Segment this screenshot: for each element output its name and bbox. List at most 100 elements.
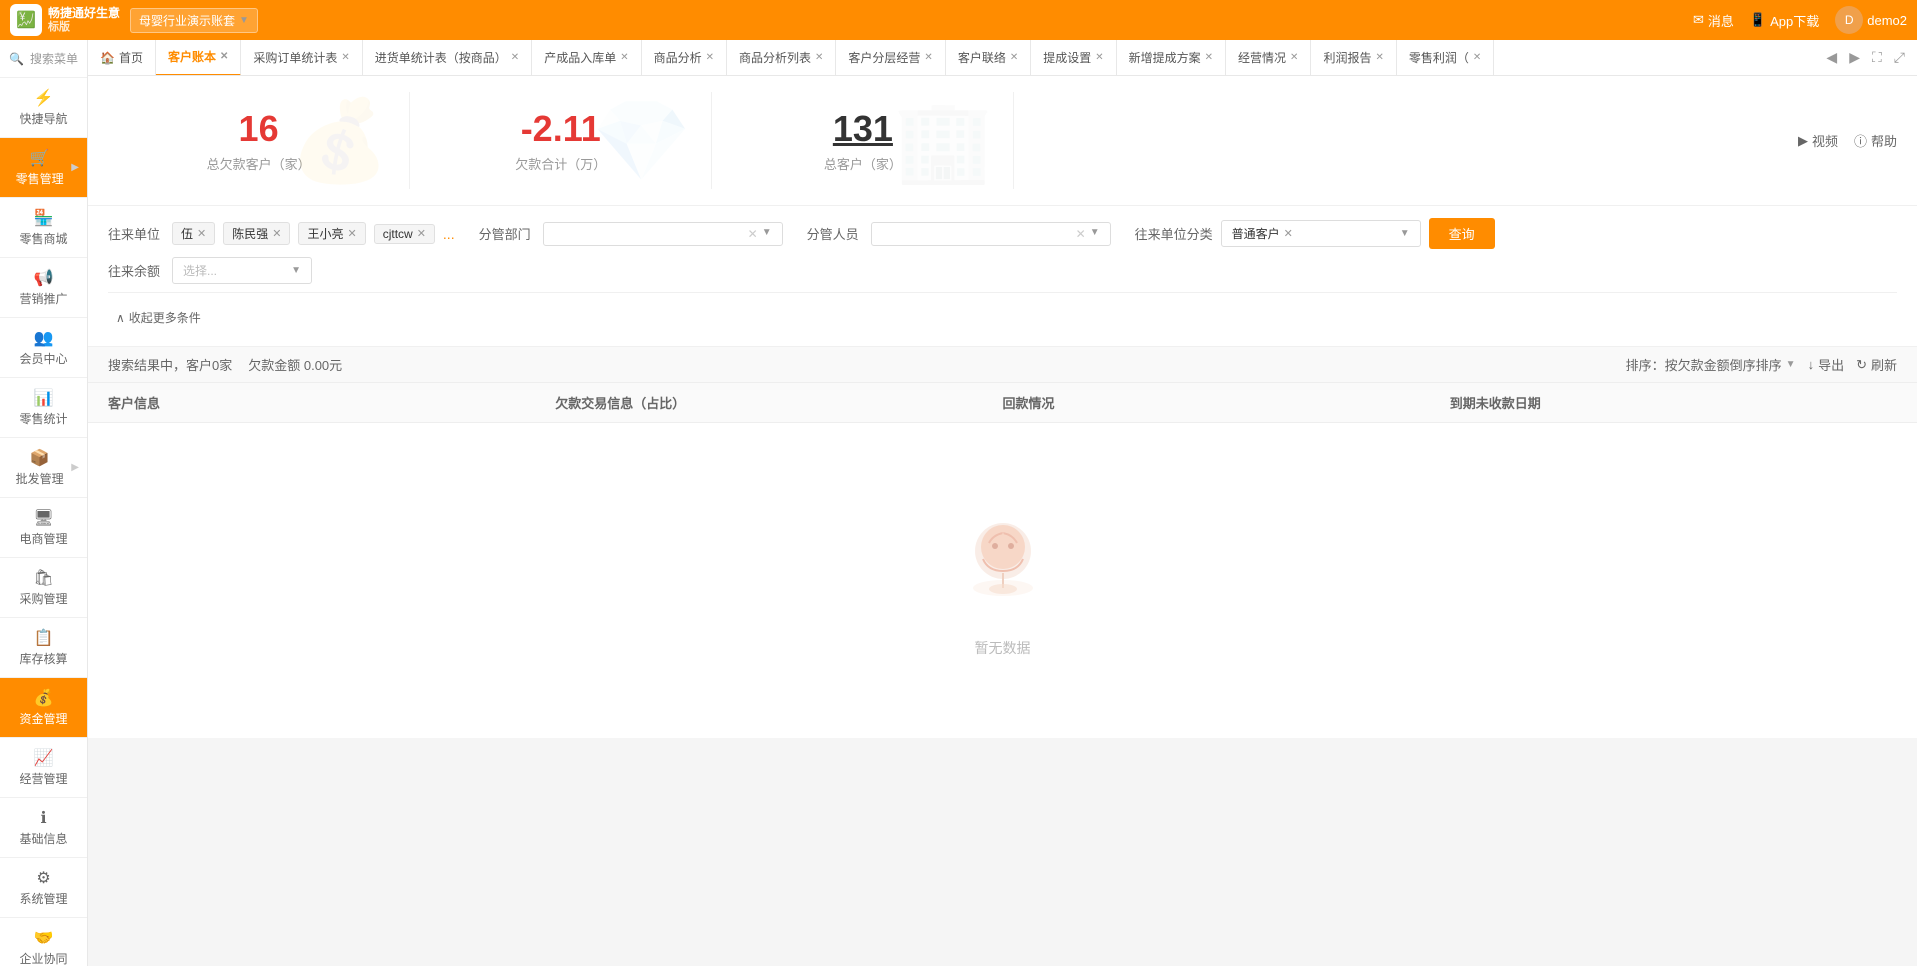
sidebar-item-search[interactable]: 🔍 搜索菜单 [0,40,87,78]
dept-dropdown[interactable]: ✕ ▼ [543,222,783,246]
refresh-btn[interactable]: ↻ 刷新 [1856,355,1897,374]
person-dropdown[interactable]: ✕ ▼ [871,222,1111,246]
sidebar-item-enterprise-collab[interactable]: 🤝 企业协同 [0,918,87,966]
sidebar-item-ecom-mgmt[interactable]: 🖥 电商管理 [0,498,87,558]
export-label: 导出 [1818,355,1844,374]
tag-chen-close[interactable]: ✕ [272,227,281,240]
sidebar-item-member-center[interactable]: 👥 会员中心 [0,318,87,378]
sidebar-item-purchase-mgmt[interactable]: 🛍 采购管理 [0,558,87,618]
tab-close-product-analysis-list[interactable]: ✕ [815,52,823,63]
sort-dropdown[interactable]: 排序：按欠款金额倒序排序 ▼ [1626,355,1796,374]
sidebar-item-finance-mgmt[interactable]: 💰 资金管理 [0,678,87,738]
export-icon: ↓ [1808,357,1815,372]
sidebar-item-operation-mgmt[interactable]: 📈 经营管理 [0,738,87,798]
tag-cjttcw-text: cjttcw [383,227,413,241]
tag-cjttcw-close[interactable]: ✕ [417,227,426,240]
tab-close-business-status[interactable]: ✕ [1290,52,1298,63]
tab-close-customer-contact[interactable]: ✕ [1010,52,1018,63]
tag-more-btn[interactable]: ... [443,226,455,242]
tab-promotion-settings[interactable]: 提成设置 ✕ [1031,40,1116,76]
tab-customer-segment[interactable]: 客户分层经营 ✕ [836,40,945,76]
tag-normal-customer-close[interactable]: ✕ [1284,227,1293,240]
video-link[interactable]: ▶ 视频 [1798,131,1838,150]
tag-wu-close[interactable]: ✕ [197,227,206,240]
sidebar-label-finance-mgmt: 资金管理 [19,710,67,727]
help-link[interactable]: ⓘ 帮助 [1854,131,1897,150]
tab-retail-profit[interactable]: 零售利润（ ✕ [1397,40,1494,76]
user-label: demo2 [1867,13,1907,28]
tab-close-customer-segment[interactable]: ✕ [924,52,932,63]
collapse-btn[interactable]: ∧ 收起更多条件 [108,301,1897,334]
marketing-icon: 📢 [34,268,54,288]
tab-prev-btn[interactable]: ◀ [1822,47,1841,68]
unit-type-dropdown[interactable]: 普通客户 ✕ ▼ [1221,220,1421,247]
tab-new-promotion[interactable]: 新增提成方案 ✕ [1117,40,1226,76]
collapse-row: ∧ 收起更多条件 [108,292,1897,334]
tab-close-new-promotion[interactable]: ✕ [1205,52,1213,63]
tag-normal-customer-text: 普通客户 [1232,225,1280,242]
tab-close-product-inbound[interactable]: ✕ [620,52,628,63]
sidebar-item-batch-mgmt[interactable]: 📦 批发管理 ▶ [0,438,87,498]
sidebar-item-retail-shop[interactable]: 🏪 零售商城 [0,198,87,258]
stats-banner: 💰 16 总欠款客户（家） 💎 -2.11 欠款合计（万） 🏢 131 [88,76,1917,206]
logo-area: 💹 畅捷通好生意 标版 [10,4,120,36]
tab-close-product-analysis[interactable]: ✕ [706,52,714,63]
tab-customer-cost[interactable]: 客户账本 ✕ [156,40,241,76]
tab-purchase-order-stats[interactable]: 采购订单统计表 ✕ [241,40,362,76]
selector-label: 母婴行业演示账套 [139,12,235,29]
stat-card-customers: 💰 16 总欠款客户（家） [108,92,410,189]
tab-business-status[interactable]: 经营情况 ✕ [1226,40,1311,76]
tab-close-profit-report[interactable]: ✕ [1375,52,1383,63]
stat-bg-icon-debt: 💎 [592,94,692,188]
app-download-btn[interactable]: 📱 App下载 [1750,11,1819,30]
stat-value-customers: 16 [239,108,279,150]
tab-label-profit-report: 利润报告 [1323,49,1371,66]
results-bar: 搜索结果中，客户0家 欠款金额 0.00元 排序：按欠款金额倒序排序 ▼ ↓ 导… [88,347,1917,383]
sidebar-item-inventory[interactable]: 📋 库存核算 [0,618,87,678]
sidebar-item-basic-info[interactable]: ℹ 基础信息 [0,798,87,858]
balance-chevron: ▼ [291,265,301,276]
filter-tag-normal-customer: 普通客户 ✕ [1232,225,1293,242]
tab-product-analysis-list[interactable]: 商品分析列表 ✕ [727,40,836,76]
tab-expand-btn[interactable]: ⛶ [1868,47,1886,68]
sidebar-item-retail-stats[interactable]: 📊 零售统计 [0,378,87,438]
tab-close-retail-profit[interactable]: ✕ [1473,52,1481,63]
balance-label: 往来余额 [108,261,164,280]
table-header: 客户信息 欠款交易信息（占比） 回款情况 到期未收款日期 [88,383,1917,423]
help-label: 帮助 [1871,131,1897,150]
tab-customer-contact[interactable]: 客户联络 ✕ [946,40,1031,76]
tab-next-btn[interactable]: ▶ [1845,47,1864,68]
export-btn[interactable]: ↓ 导出 [1808,355,1845,374]
user-menu[interactable]: D demo2 [1835,6,1907,34]
sidebar-item-system-mgmt[interactable]: ⚙ 系统管理 [0,858,87,918]
col-overdue-date: 到期未收款日期 [1450,393,1897,412]
sidebar-item-marketing[interactable]: 📢 营销推广 [0,258,87,318]
stat-value-all-customers[interactable]: 131 [833,108,893,150]
content-area: 🏠 首页 客户账本 ✕ 采购订单统计表 ✕ 进货单统计表（按商品） ✕ 产成品入… [88,40,1917,966]
app-download-label: App下载 [1770,11,1819,30]
sidebar-item-retail-mgmt[interactable]: 🛒 零售管理 ▶ [0,138,87,198]
retail-stats-icon: 📊 [34,388,54,408]
sidebar-label-batch-mgmt: 批发管理 [16,470,64,487]
tab-fullscreen-btn[interactable]: ⤢ [1890,47,1909,68]
sidebar-item-quick-nav[interactable]: ⚡ 快捷导航 [0,78,87,138]
tab-profit-report[interactable]: 利润报告 ✕ [1311,40,1396,76]
account-selector[interactable]: 母婴行业演示账套 ▼ [130,8,258,33]
empty-text: 暂无数据 [975,638,1031,658]
tab-product-analysis[interactable]: 商品分析 ✕ [642,40,727,76]
balance-dropdown[interactable]: 选择... ▼ [172,257,312,284]
tab-close-inbound[interactable]: ✕ [511,52,519,63]
dept-clear-icon[interactable]: ✕ [748,227,758,241]
tab-home[interactable]: 🏠 首页 [88,40,156,76]
top-bar: 💹 畅捷通好生意 标版 母婴行业演示账套 ▼ ✉ 消息 📱 App下载 D de… [0,0,1917,40]
tab-product-inbound[interactable]: 产成品入库单 ✕ [532,40,641,76]
tab-close-purchase[interactable]: ✕ [341,52,349,63]
tab-close-customer-cost[interactable]: ✕ [220,51,228,62]
query-button[interactable]: 查询 [1429,218,1495,249]
app-wrapper: 💹 畅捷通好生意 标版 母婴行业演示账套 ▼ ✉ 消息 📱 App下载 D de… [0,0,1917,966]
messages-btn[interactable]: ✉ 消息 [1693,11,1734,30]
tab-close-promotion-settings[interactable]: ✕ [1095,52,1103,63]
person-clear-icon[interactable]: ✕ [1076,227,1086,241]
tab-inbound-stats[interactable]: 进货单统计表（按商品） ✕ [363,40,532,76]
tag-wang-close[interactable]: ✕ [347,227,356,240]
